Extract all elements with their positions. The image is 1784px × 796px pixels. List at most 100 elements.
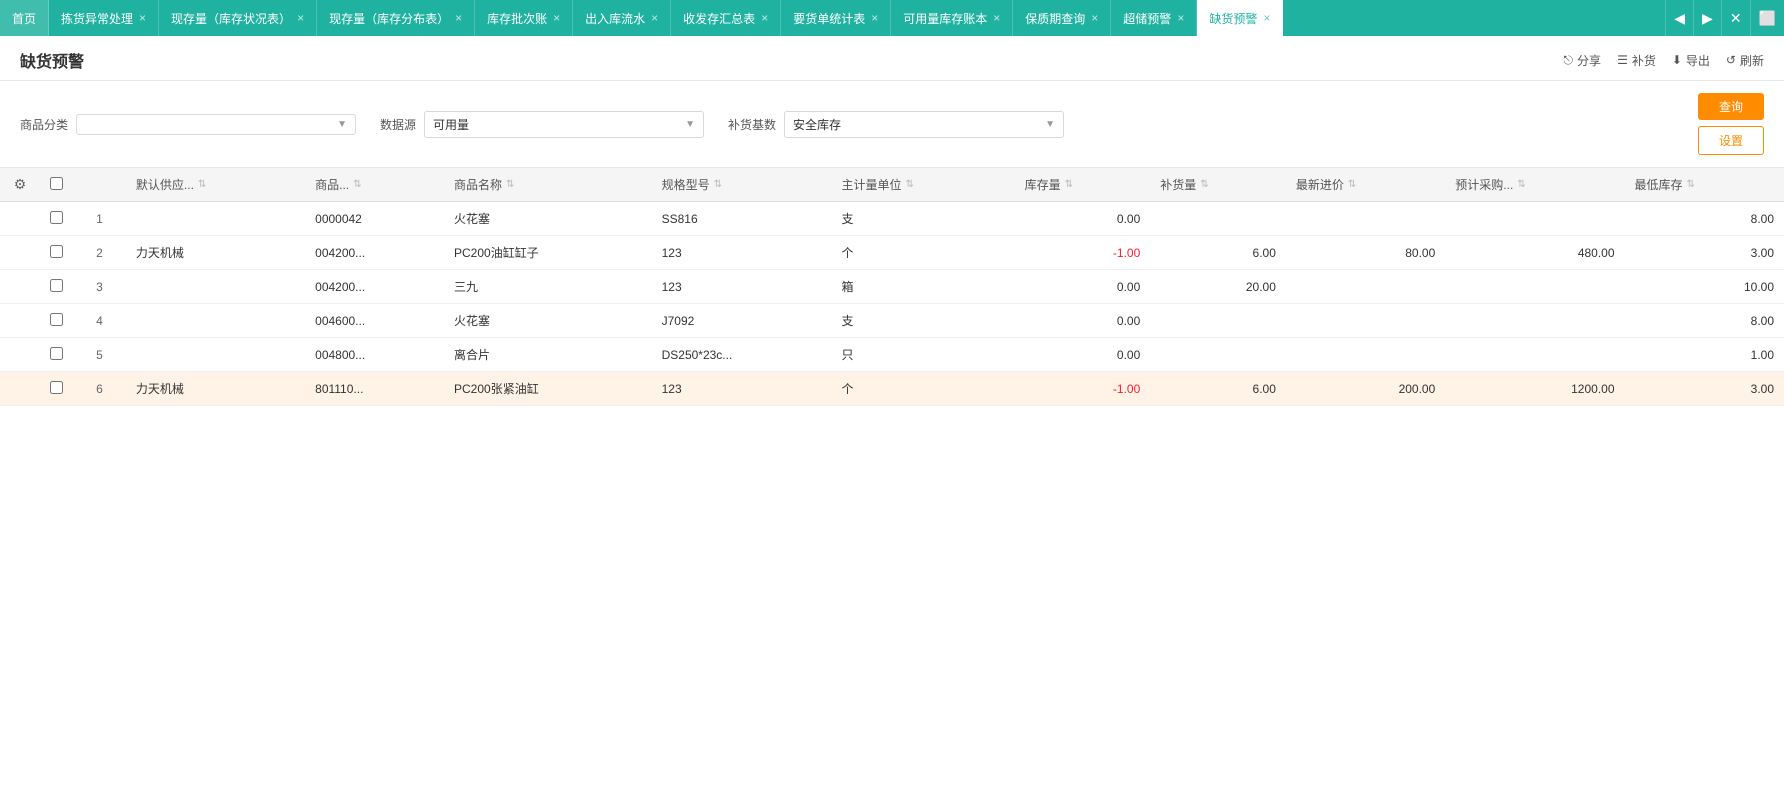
row-code-cell: 0000042 [305, 202, 444, 236]
sort-icon-replenish: ⇅ [1200, 179, 1208, 190]
row-spec-cell: DS250*23c... [652, 338, 832, 372]
row-latest-price-cell [1286, 338, 1445, 372]
col-min-stock[interactable]: 最低库存 ⇅ [1625, 168, 1784, 202]
tab-close-stock-dist[interactable]: × [455, 11, 462, 25]
row-checkbox[interactable] [50, 279, 63, 292]
replenish-base-filter-group: 补货基数 安全库存 ▼ [728, 111, 1064, 138]
tab-close-abnormal[interactable]: × [139, 11, 146, 25]
refresh-icon: ↺ [1726, 53, 1736, 67]
row-unit-cell: 个 [831, 372, 1014, 406]
row-number-cell: 2 [73, 236, 126, 270]
tab-stock-status[interactable]: 现存量（库存状况表） × [159, 0, 317, 36]
table-row: 5 004800... 离合片 DS250*23c... 只 0.00 1.00 [0, 338, 1784, 372]
col-stock[interactable]: 库存量 ⇅ [1015, 168, 1151, 202]
row-spec-cell: 123 [652, 236, 832, 270]
tab-close-collect[interactable]: × [761, 11, 768, 25]
col-latest-price[interactable]: 最新进价 ⇅ [1286, 168, 1445, 202]
row-name-cell: 离合片 [444, 338, 652, 372]
tab-close-shortage[interactable]: × [1263, 11, 1270, 25]
replenish-base-select[interactable]: 安全库存 ▼ [784, 111, 1064, 138]
tab-shortage[interactable]: 缺货预警 × [1197, 0, 1283, 36]
row-unit-cell: 只 [831, 338, 1014, 372]
col-unit[interactable]: 主计量单位 ⇅ [831, 168, 1014, 202]
row-checkbox-cell [40, 270, 73, 304]
tab-batch[interactable]: 库存批次账 × [475, 0, 573, 36]
row-replenish-qty-cell: 6.00 [1150, 236, 1286, 270]
row-unit-cell: 支 [831, 202, 1014, 236]
tab-inout-flow[interactable]: 出入库流水 × [573, 0, 671, 36]
row-replenish-qty-cell [1150, 304, 1286, 338]
tab-close-inout-flow[interactable]: × [651, 11, 658, 25]
header-actions: ⎋ 分享 ☰ 补货 ⬇ 导出 ↺ 刷新 [1564, 52, 1764, 69]
share-action[interactable]: ⎋ 分享 [1564, 52, 1602, 69]
tab-close-stock-status[interactable]: × [297, 11, 304, 25]
tab-demand[interactable]: 要货单统计表 × [781, 0, 891, 36]
row-latest-price-cell: 80.00 [1286, 236, 1445, 270]
row-gear-cell [0, 304, 40, 338]
col-row-num [73, 168, 126, 202]
tab-close-demand[interactable]: × [871, 11, 878, 25]
row-min-stock-cell: 3.00 [1625, 236, 1784, 270]
tab-home[interactable]: 首页 [0, 0, 49, 36]
tab-collect[interactable]: 收发存汇总表 × [671, 0, 781, 36]
tab-available[interactable]: 可用量库存账本 × [891, 0, 1013, 36]
tab-overstock[interactable]: 超储预警 × [1111, 0, 1197, 36]
row-checkbox[interactable] [50, 245, 63, 258]
filter-bar: 商品分类 ▼ 数据源 可用量 ▼ 补货基数 安全库存 ▼ 查询 设置 [0, 81, 1784, 168]
row-unit-cell: 箱 [831, 270, 1014, 304]
category-arrow-icon: ▼ [337, 119, 347, 130]
tab-close-all-btn[interactable]: ✕ [1721, 0, 1750, 36]
export-action[interactable]: ⬇ 导出 [1672, 52, 1710, 69]
col-product-code[interactable]: 商品... ⇅ [305, 168, 444, 202]
select-all-checkbox[interactable] [50, 177, 63, 190]
row-min-stock-cell: 3.00 [1625, 372, 1784, 406]
row-name-cell: PC200油缸缸子 [444, 236, 652, 270]
row-checkbox-cell [40, 236, 73, 270]
row-checkbox[interactable] [50, 381, 63, 394]
query-button[interactable]: 查询 [1698, 93, 1764, 120]
table-container: ⚙ 默认供应... ⇅ 商品... [0, 168, 1784, 406]
row-min-stock-cell: 8.00 [1625, 304, 1784, 338]
tab-bar: 首页 拣货异常处理 × 现存量（库存状况表） × 现存量（库存分布表） × 库存… [0, 0, 1784, 36]
col-spec[interactable]: 规格型号 ⇅ [652, 168, 832, 202]
col-replenish-qty[interactable]: 补货量 ⇅ [1150, 168, 1286, 202]
tab-close-available[interactable]: × [993, 11, 1000, 25]
category-label: 商品分类 [20, 116, 68, 133]
row-code-cell: 004600... [305, 304, 444, 338]
row-gear-cell [0, 270, 40, 304]
gear-icon[interactable]: ⚙ [10, 176, 30, 193]
tab-next-btn[interactable]: ▶ [1693, 0, 1721, 36]
row-min-stock-cell: 8.00 [1625, 202, 1784, 236]
tab-expiry[interactable]: 保质期查询 × [1013, 0, 1111, 36]
row-name-cell: 火花塞 [444, 202, 652, 236]
refresh-action[interactable]: ↺ 刷新 [1726, 52, 1764, 69]
datasource-select[interactable]: 可用量 ▼ [424, 111, 704, 138]
col-estimated-purchase[interactable]: 预计采购... ⇅ [1445, 168, 1624, 202]
tab-maximize-btn[interactable]: ⬜ [1750, 0, 1784, 36]
tab-prev-btn[interactable]: ◀ [1665, 0, 1693, 36]
tab-abnormal[interactable]: 拣货异常处理 × [49, 0, 159, 36]
row-name-cell: 三九 [444, 270, 652, 304]
sort-icon-min-stock: ⇅ [1687, 179, 1695, 190]
tab-close-expiry[interactable]: × [1091, 11, 1098, 25]
row-stock-cell: 0.00 [1015, 270, 1151, 304]
tab-stock-dist[interactable]: 现存量（库存分布表） × [317, 0, 475, 36]
data-table: ⚙ 默认供应... ⇅ 商品... [0, 168, 1784, 406]
replenish-action[interactable]: ☰ 补货 [1617, 52, 1656, 69]
category-select[interactable]: ▼ [76, 114, 356, 135]
row-stock-cell: -1.00 [1015, 372, 1151, 406]
row-checkbox[interactable] [50, 211, 63, 224]
replenish-icon: ☰ [1617, 53, 1628, 67]
tab-close-overstock[interactable]: × [1177, 11, 1184, 25]
replenish-base-label: 补货基数 [728, 116, 776, 133]
row-checkbox[interactable] [50, 313, 63, 326]
settings-button[interactable]: 设置 [1698, 126, 1764, 155]
row-replenish-qty-cell [1150, 338, 1286, 372]
col-product-name[interactable]: 商品名称 ⇅ [444, 168, 652, 202]
row-estimated-purchase-cell: 1200.00 [1445, 372, 1624, 406]
tab-close-batch[interactable]: × [553, 11, 560, 25]
table-header-row: ⚙ 默认供应... ⇅ 商品... [0, 168, 1784, 202]
row-checkbox[interactable] [50, 347, 63, 360]
row-replenish-qty-cell: 20.00 [1150, 270, 1286, 304]
col-default-supplier[interactable]: 默认供应... ⇅ [126, 168, 305, 202]
